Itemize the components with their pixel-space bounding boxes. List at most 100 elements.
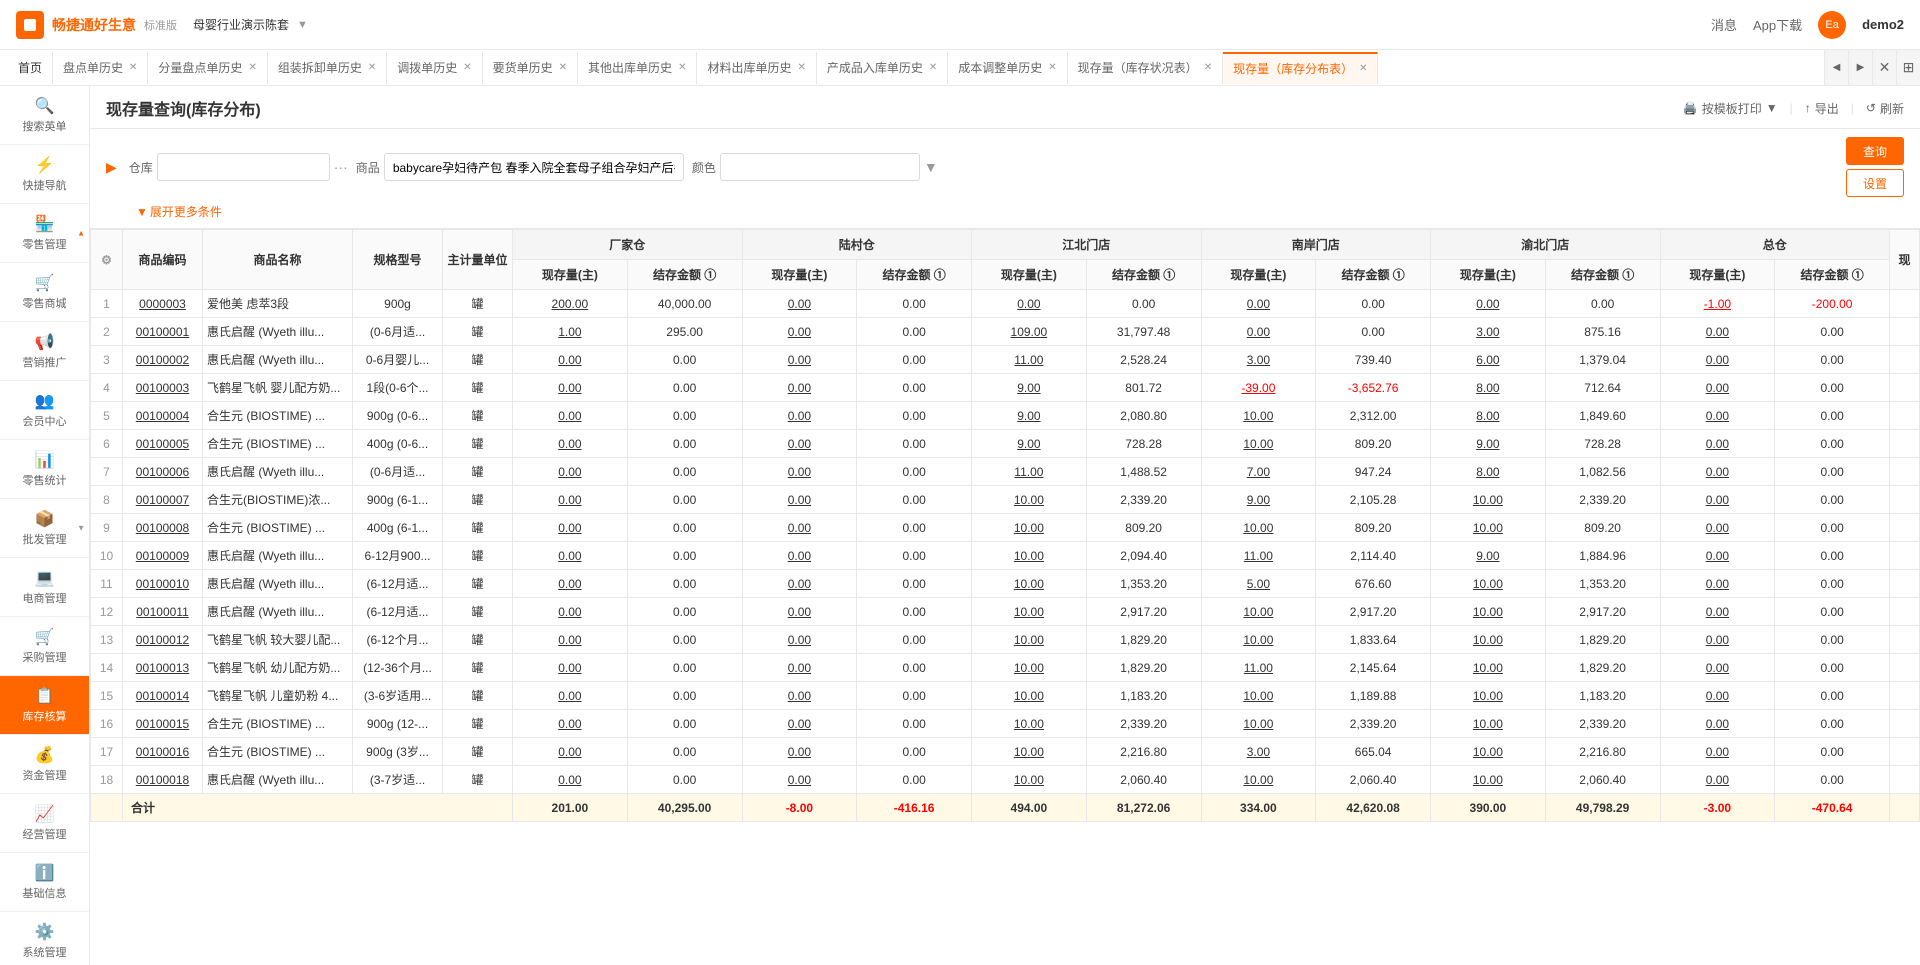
cell[interactable]: 3.00 <box>1201 738 1316 766</box>
cell[interactable]: 10.00 <box>1201 626 1316 654</box>
cell[interactable]: 10.00 <box>972 766 1087 794</box>
sidebar-item-operations[interactable]: 📈 经营管理 <box>0 794 89 853</box>
cell[interactable]: 9.00 <box>1201 486 1316 514</box>
tab-2[interactable]: 组装拆卸单历史 ✕ <box>268 52 387 84</box>
product-code[interactable]: 00100007 <box>123 486 203 514</box>
product-code[interactable]: 00100016 <box>123 738 203 766</box>
cell[interactable]: 0.00 <box>513 402 628 430</box>
sidebar-item-marketing[interactable]: 📢 营销推广 <box>0 322 89 381</box>
cell[interactable]: 9.00 <box>972 430 1087 458</box>
cell[interactable]: 0.00 <box>513 486 628 514</box>
cell[interactable]: 8.00 <box>1431 458 1546 486</box>
cell[interactable]: 7.00 <box>1201 458 1316 486</box>
cell[interactable]: 0.00 <box>513 654 628 682</box>
product-code[interactable]: 00100018 <box>123 766 203 794</box>
cell[interactable]: 10.00 <box>1201 402 1316 430</box>
cell[interactable]: 0.00 <box>742 626 857 654</box>
cell[interactable]: 0.00 <box>742 542 857 570</box>
cell[interactable]: 0.00 <box>972 290 1087 318</box>
cell[interactable]: 0.00 <box>742 570 857 598</box>
sidebar-item-purchase[interactable]: 🛒 采购管理 <box>0 617 89 676</box>
cell[interactable]: 1.00 <box>513 318 628 346</box>
sidebar-item-system[interactable]: ⚙️ 系统管理 <box>0 912 89 965</box>
cell[interactable]: 0.00 <box>513 598 628 626</box>
close-tab-9[interactable]: ✕ <box>1204 62 1212 73</box>
product-code[interactable]: 00100001 <box>123 318 203 346</box>
sidebar-item-wholesale[interactable]: 📦 批发管理 ▼ <box>0 499 89 558</box>
color-input[interactable] <box>720 153 920 181</box>
tab-6[interactable]: 材料出库单历史 ✕ <box>697 52 816 84</box>
close-tab-1[interactable]: ✕ <box>248 62 256 73</box>
cell[interactable]: 0.00 <box>513 346 628 374</box>
product-code[interactable]: 00100012 <box>123 626 203 654</box>
cell[interactable]: 0.00 <box>742 346 857 374</box>
cell[interactable]: 0.00 <box>513 738 628 766</box>
cell[interactable]: -1.00 <box>1660 290 1775 318</box>
selector-arrow[interactable]: ▼ <box>297 19 308 31</box>
cell[interactable]: 0.00 <box>1660 458 1775 486</box>
cell[interactable]: 0.00 <box>742 318 857 346</box>
product-input[interactable] <box>384 153 684 181</box>
expand-conditions-btn[interactable]: ▼ 展开更多条件 <box>136 203 1904 220</box>
cell[interactable]: 0.00 <box>1660 402 1775 430</box>
cell[interactable]: 0.00 <box>513 570 628 598</box>
cell[interactable]: 0.00 <box>742 290 857 318</box>
cell[interactable]: 10.00 <box>1431 766 1546 794</box>
cell[interactable]: 10.00 <box>1431 710 1546 738</box>
cell[interactable]: 0.00 <box>1660 766 1775 794</box>
cell[interactable]: 10.00 <box>1201 710 1316 738</box>
refresh-btn[interactable]: ↺ 刷新 <box>1866 100 1904 117</box>
cell[interactable]: 0.00 <box>1201 290 1316 318</box>
cell[interactable]: 10.00 <box>972 542 1087 570</box>
product-code[interactable]: 00100011 <box>123 598 203 626</box>
product-code[interactable]: 00100002 <box>123 346 203 374</box>
cell[interactable]: 10.00 <box>972 738 1087 766</box>
cell[interactable]: 10.00 <box>1431 626 1546 654</box>
company-selector[interactable]: 母婴行业演示陈套 <box>193 16 289 33</box>
next-tab-btn[interactable]: ▶ <box>1848 50 1872 86</box>
tab-7[interactable]: 产成品入库单历史 ✕ <box>817 52 948 84</box>
cell[interactable]: 10.00 <box>1431 514 1546 542</box>
cell[interactable]: 0.00 <box>742 374 857 402</box>
cell[interactable]: 6.00 <box>1431 346 1546 374</box>
cell[interactable]: 10.00 <box>972 626 1087 654</box>
cell[interactable]: 0.00 <box>1660 654 1775 682</box>
cell[interactable]: 0.00 <box>742 766 857 794</box>
cell[interactable]: 0.00 <box>513 682 628 710</box>
tab-3[interactable]: 调拨单历史 ✕ <box>387 52 482 84</box>
cell[interactable]: 11.00 <box>1201 542 1316 570</box>
sidebar-item-inventory[interactable]: 📋 库存核算 <box>0 676 89 735</box>
cell[interactable]: 0.00 <box>742 598 857 626</box>
sidebar-item-nav[interactable]: ⚡ 快捷导航 <box>0 145 89 204</box>
cell[interactable]: 0.00 <box>1660 486 1775 514</box>
cell[interactable]: 0.00 <box>513 766 628 794</box>
cell[interactable]: 9.00 <box>1431 542 1546 570</box>
tab-9[interactable]: 现存量（库存状况表） ✕ <box>1068 52 1223 84</box>
cell[interactable]: 0.00 <box>742 430 857 458</box>
cell[interactable]: 0.00 <box>1660 514 1775 542</box>
sidebar-item-mall[interactable]: 🛒 零售商城 <box>0 263 89 322</box>
app-download-btn[interactable]: App下载 <box>1753 15 1802 34</box>
close-all-btn[interactable]: ✕ <box>1872 50 1896 86</box>
cell[interactable]: -39.00 <box>1201 374 1316 402</box>
cell[interactable]: 10.00 <box>972 570 1087 598</box>
close-tab-8[interactable]: ✕ <box>1048 62 1056 73</box>
tab-5[interactable]: 其他出库单历史 ✕ <box>578 52 697 84</box>
product-code[interactable]: 00100006 <box>123 458 203 486</box>
settings-icon[interactable]: ⚙ <box>101 253 112 267</box>
tab-8[interactable]: 成本调整单历史 ✕ <box>948 52 1067 84</box>
cell[interactable]: 0.00 <box>1660 542 1775 570</box>
sidebar-item-finance[interactable]: 💰 资金管理 <box>0 735 89 794</box>
cell[interactable]: 0.00 <box>1660 626 1775 654</box>
cell[interactable]: 10.00 <box>1201 514 1316 542</box>
sidebar-item-members[interactable]: 👥 会员中心 <box>0 381 89 440</box>
setting-btn[interactable]: 设置 <box>1846 169 1904 197</box>
product-code[interactable]: 00100014 <box>123 682 203 710</box>
cell[interactable]: 10.00 <box>972 598 1087 626</box>
sidebar-item-basic-info[interactable]: ℹ️ 基础信息 <box>0 853 89 912</box>
sidebar-item-retail-mgmt[interactable]: 🏪 零售管理 ▲ <box>0 204 89 263</box>
cell[interactable]: 9.00 <box>972 402 1087 430</box>
cell[interactable]: 0.00 <box>742 738 857 766</box>
product-code[interactable]: 0000003 <box>123 290 203 318</box>
cell[interactable]: 0.00 <box>1660 738 1775 766</box>
